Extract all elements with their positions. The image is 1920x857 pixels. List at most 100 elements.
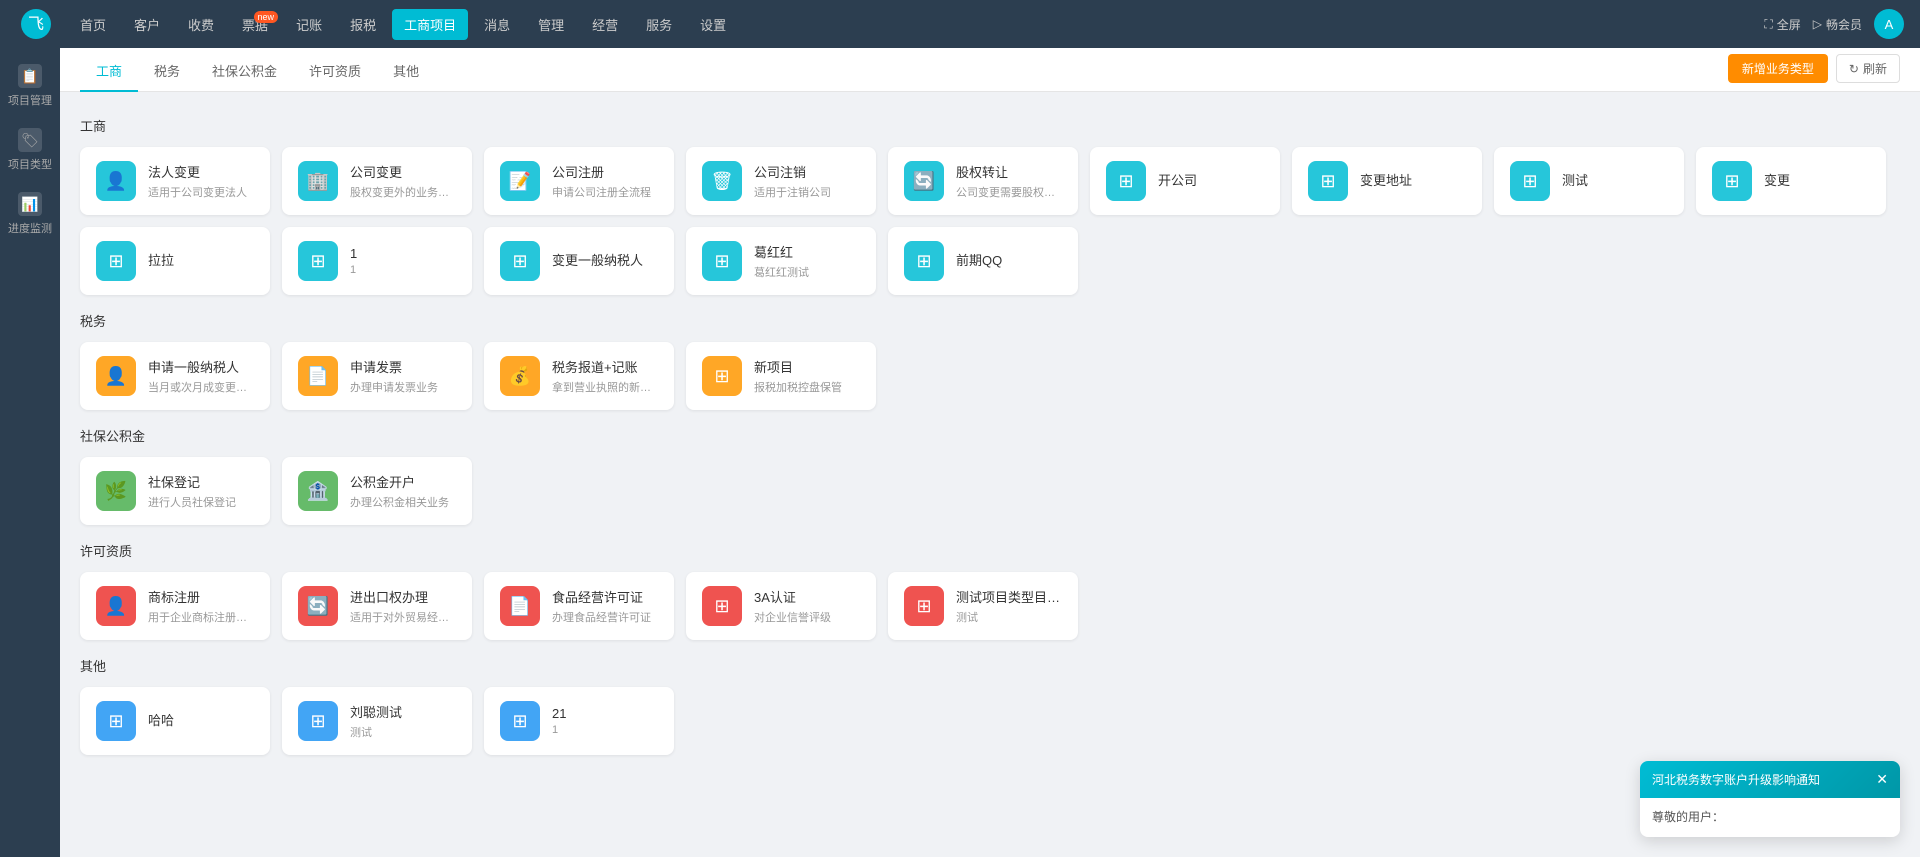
nav-item-经营[interactable]: 经营 — [580, 9, 630, 40]
section-title-许可资质: 许可资质 — [80, 541, 1900, 560]
card-21[interactable]: ⊞211 — [484, 687, 674, 755]
tab-许可资质[interactable]: 许可资质 — [293, 51, 377, 92]
card-title-变更一般纳税人: 变更一般纳税人 — [552, 250, 658, 269]
card-进出口权办理[interactable]: 🔄进出口权办理适用于对外贸易经营者 — [282, 572, 472, 640]
card-desc-公司注销: 适用于注销公司 — [754, 184, 860, 200]
card-desc-进出口权办理: 适用于对外贸易经营者 — [350, 609, 456, 625]
nav-item-服务[interactable]: 服务 — [634, 9, 684, 40]
nav-item-工商项目[interactable]: 工商项目 — [392, 9, 468, 40]
card-icon-公司注销: 🗑 — [702, 161, 742, 201]
app-logo: 飞 — [16, 4, 56, 44]
nav-right: ⛶ 全屏 ▷ 畅会员 A — [1764, 9, 1904, 39]
nav-item-票据[interactable]: 票据new — [230, 9, 280, 40]
card-title-股权转让: 股权转让 — [956, 162, 1062, 181]
cards-grid-其他: ⊞哈哈⊞刘聪测试测试⊞211 — [80, 687, 1900, 755]
card-desc-食品经营许可证: 办理食品经营许可证 — [552, 609, 658, 625]
top-nav: 飞 首页客户收费票据new记账报税工商项目消息管理经营服务设置 ⛶ 全屏 ▷ 畅… — [0, 0, 1920, 48]
member-button[interactable]: ▷ 畅会员 — [1813, 16, 1862, 33]
card-商标注册[interactable]: 👤商标注册用于企业商标注册服务 — [80, 572, 270, 640]
nav-item-设置[interactable]: 设置 — [688, 9, 738, 40]
card-title-测试项目类型目定义: 测试项目类型目定义 — [956, 587, 1062, 606]
nav-item-报税[interactable]: 报税 — [338, 9, 388, 40]
member-icon: ▷ — [1813, 17, 1822, 31]
card-desc-社保登记: 进行人员社保登记 — [148, 494, 254, 510]
card-拉拉[interactable]: ⊞拉拉 — [80, 227, 270, 295]
cards-grid-许可资质: 👤商标注册用于企业商标注册服务🔄进出口权办理适用于对外贸易经营者📄食品经营许可证… — [80, 572, 1900, 640]
nav-item-收费[interactable]: 收费 — [176, 9, 226, 40]
notification-close-icon[interactable]: ✕ — [1876, 771, 1888, 788]
tab-工商[interactable]: 工商 — [80, 51, 138, 92]
card-食品经营许可证[interactable]: 📄食品经营许可证办理食品经营许可证 — [484, 572, 674, 640]
section-title-其他: 其他 — [80, 656, 1900, 675]
card-title-1: 1 — [350, 246, 456, 261]
card-刘聪测试[interactable]: ⊞刘聪测试测试 — [282, 687, 472, 755]
card-desc-公司变更: 股权变更外的业务变更 — [350, 184, 456, 200]
card-葛红红[interactable]: ⊞葛红红葛红红测试 — [686, 227, 876, 295]
avatar[interactable]: A — [1874, 9, 1904, 39]
card-title-拉拉: 拉拉 — [148, 250, 254, 269]
card-icon-1: ⊞ — [298, 241, 338, 281]
main-content: 工商税务社保公积金许可资质其他 新增业务类型 ↻ 刷新 工商👤法人变更适用于公司… — [60, 48, 1920, 857]
card-icon-变更一般纳税人: ⊞ — [500, 241, 540, 281]
card-1[interactable]: ⊞11 — [282, 227, 472, 295]
card-申请一般纳税人[interactable]: 👤申请一般纳税人当月或次月成变更完成 — [80, 342, 270, 410]
nav-item-客户[interactable]: 客户 — [122, 9, 172, 40]
tab-社保公积金[interactable]: 社保公积金 — [196, 51, 293, 92]
card-icon-食品经营许可证: 📄 — [500, 586, 540, 626]
card-desc-葛红红: 葛红红测试 — [754, 264, 860, 280]
card-测试项目类型目定义[interactable]: ⊞测试项目类型目定义测试 — [888, 572, 1078, 640]
nav-item-消息[interactable]: 消息 — [472, 9, 522, 40]
card-title-刘聪测试: 刘聪测试 — [350, 702, 456, 721]
card-开公司[interactable]: ⊞ 开公司 — [1090, 147, 1280, 215]
card-title-公积金开户: 公积金开户 — [350, 472, 456, 491]
refresh-icon: ↻ — [1849, 62, 1859, 76]
card-title-公司变更: 公司变更 — [350, 162, 456, 181]
card-税务报道+记账[interactable]: 💰税务报道+记账拿到营业执照的新公司 — [484, 342, 674, 410]
fullscreen-button[interactable]: ⛶ 全屏 — [1764, 16, 1800, 33]
card-3A认证[interactable]: ⊞3A认证对企业信誉评级 — [686, 572, 876, 640]
card-变更一般纳税人[interactable]: ⊞ 变更一般纳税人 — [484, 227, 674, 295]
card-title-开公司: 开公司 — [1158, 170, 1264, 189]
card-哈哈[interactable]: ⊞哈哈 — [80, 687, 270, 755]
sidebar-item-项目类型[interactable]: 🏷项目类型 — [2, 120, 58, 180]
card-法人变更[interactable]: 👤法人变更适用于公司变更法人 — [80, 147, 270, 215]
nav-item-管理[interactable]: 管理 — [526, 9, 576, 40]
notification-title: 河北税务数字账户升级影响通知 — [1652, 771, 1820, 788]
card-公司变更[interactable]: 🏢公司变更股权变更外的业务变更 — [282, 147, 472, 215]
card-icon-进出口权办理: 🔄 — [298, 586, 338, 626]
nav-item-首页[interactable]: 首页 — [68, 9, 118, 40]
card-icon-开公司: ⊞ — [1106, 161, 1146, 201]
tab-其他[interactable]: 其他 — [377, 51, 435, 92]
card-desc-21: 1 — [552, 724, 658, 736]
cards-grid-税务: 👤申请一般纳税人当月或次月成变更完成📄申请发票办理申请发票业务💰税务报道+记账拿… — [80, 342, 1900, 410]
card-测试[interactable]: ⊞测试 — [1494, 147, 1684, 215]
sidebar-item-进度监测[interactable]: 📊进度监测 — [2, 184, 58, 244]
card-申请发票[interactable]: 📄申请发票办理申请发票业务 — [282, 342, 472, 410]
card-title-社保登记: 社保登记 — [148, 472, 254, 491]
sidebar-item-项目管理[interactable]: 📋项目管理 — [2, 56, 58, 116]
card-变更[interactable]: ⊞变更 — [1696, 147, 1886, 215]
refresh-button[interactable]: ↻ 刷新 — [1836, 54, 1900, 83]
card-icon-测试项目类型目定义: ⊞ — [904, 586, 944, 626]
card-社保登记[interactable]: 🌿社保登记进行人员社保登记 — [80, 457, 270, 525]
card-title-葛红红: 葛红红 — [754, 242, 860, 261]
cards-grid-社保公积金: 🌿社保登记进行人员社保登记🏦公积金开户办理公积金相关业务 — [80, 457, 1900, 525]
card-公司注销[interactable]: 🗑公司注销适用于注销公司 — [686, 147, 876, 215]
card-公积金开户[interactable]: 🏦公积金开户办理公积金相关业务 — [282, 457, 472, 525]
card-icon-3A认证: ⊞ — [702, 586, 742, 626]
tab-税务[interactable]: 税务 — [138, 51, 196, 92]
card-title-变更: 变更 — [1764, 170, 1870, 189]
card-desc-税务报道+记账: 拿到营业执照的新公司 — [552, 379, 658, 395]
card-股权转让[interactable]: 🔄股权转让公司变更需要股权转让 — [888, 147, 1078, 215]
new-business-type-button[interactable]: 新增业务类型 — [1728, 54, 1828, 83]
sidebar-label-进度监测: 进度监测 — [8, 220, 52, 236]
nav-item-记账[interactable]: 记账 — [284, 9, 334, 40]
card-title-3A认证: 3A认证 — [754, 587, 860, 606]
card-公司注册[interactable]: 📝公司注册申请公司注册全流程 — [484, 147, 674, 215]
card-前期QQ[interactable]: ⊞前期QQ — [888, 227, 1078, 295]
card-desc-刘聪测试: 测试 — [350, 724, 456, 740]
card-变更地址[interactable]: ⊞变更地址 — [1292, 147, 1482, 215]
card-新项目[interactable]: ⊞新项目报税加税控盘保管 — [686, 342, 876, 410]
card-title-测试: 测试 — [1562, 170, 1668, 189]
fullscreen-icon: ⛶ — [1764, 17, 1772, 32]
